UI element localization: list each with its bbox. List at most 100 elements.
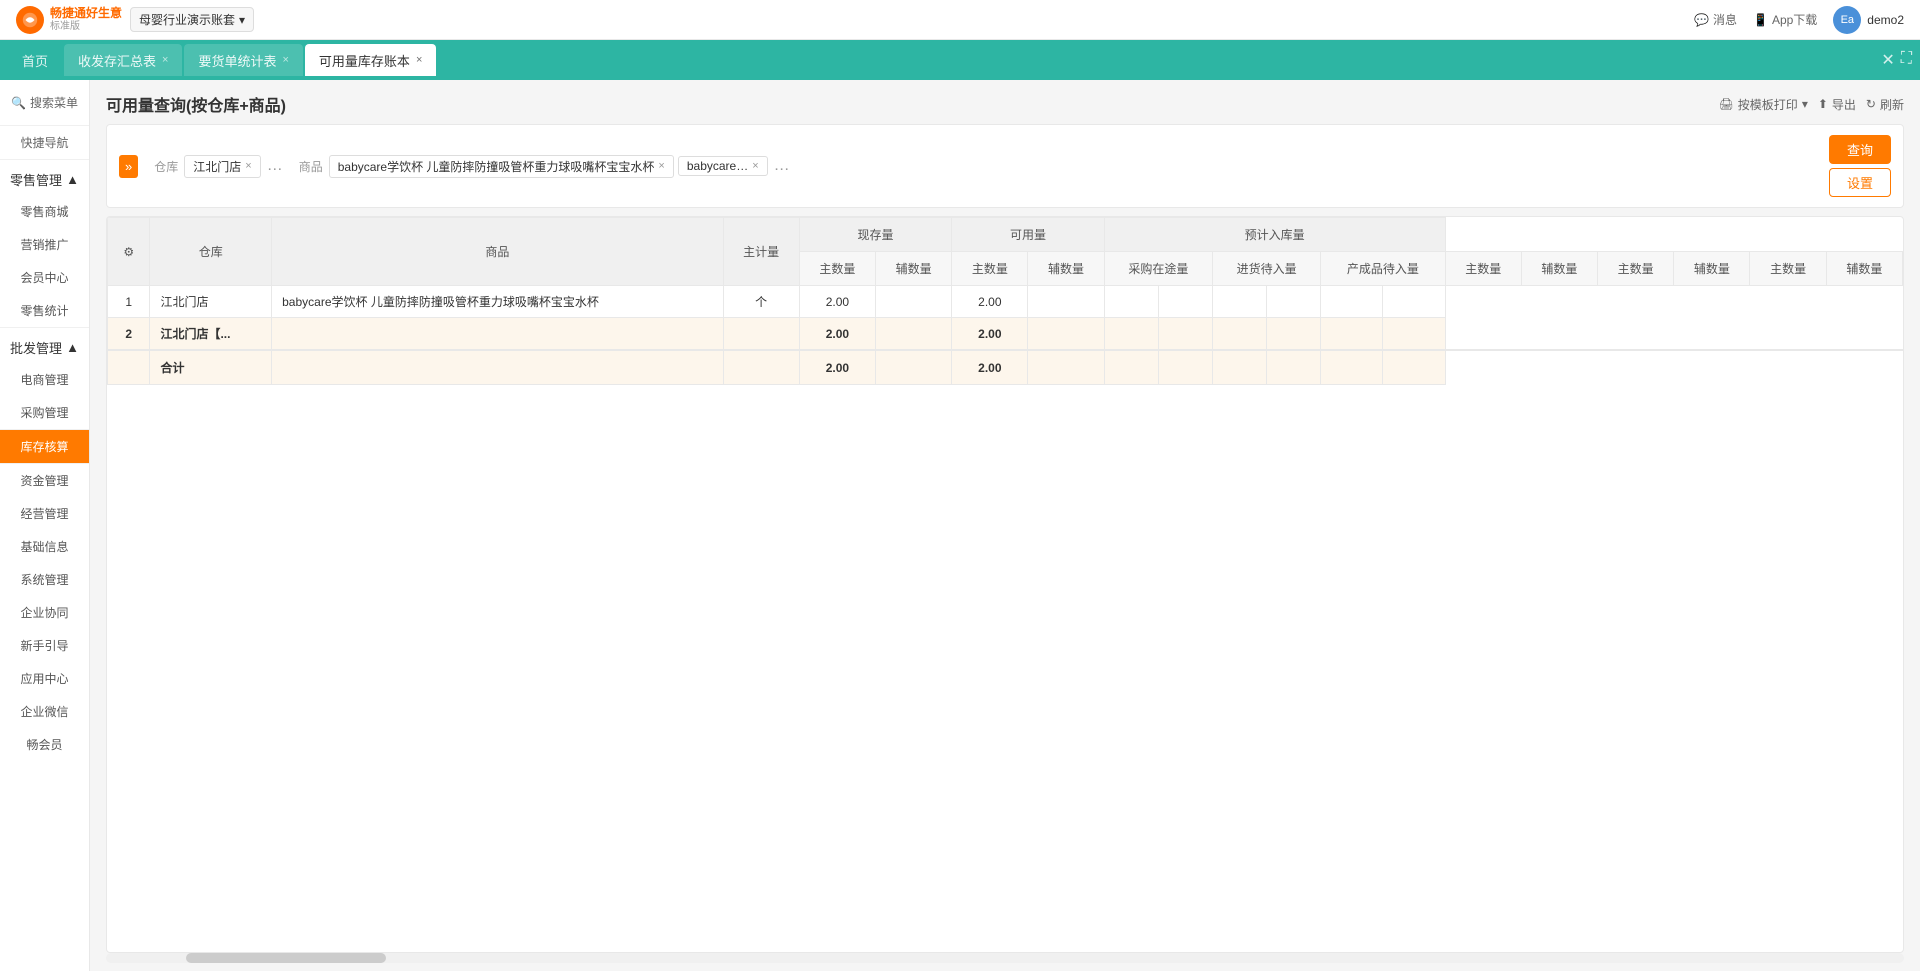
th-production-group: 产成品待入量	[1321, 252, 1445, 286]
th-stock-sub: 辅数量	[876, 252, 952, 286]
print-btn[interactable]: 🖨 按模板打印 ▾	[1719, 96, 1808, 113]
tab-order-stats[interactable]: 要货单统计表 ×	[184, 44, 302, 76]
warehouse-more-btn[interactable]: …	[267, 157, 283, 175]
sidebar-item-app-center[interactable]: 应用中心	[0, 662, 89, 695]
app-icon: 📱	[1753, 13, 1768, 27]
product-tag-2-remove[interactable]: ×	[752, 160, 758, 172]
sidebar-item-finance[interactable]: 资金管理	[0, 464, 89, 497]
sidebar-item-marketing[interactable]: 营销推广	[0, 228, 89, 261]
product-filter: 商品 babycare学饮杯 儿童防摔防撞吸管杯重力球吸嘴杯宝宝水杯 × bab…	[299, 155, 790, 178]
row2-stock-main: 2.00	[799, 318, 875, 351]
wholesale-section-arrow: ▲	[66, 340, 79, 355]
product-tag-2[interactable]: babycare… ×	[678, 156, 768, 176]
warehouse-tag-remove[interactable]: ×	[245, 160, 251, 172]
home-label: 首页	[22, 51, 48, 70]
tab-available-inventory[interactable]: 可用量库存账本 ×	[305, 44, 436, 76]
sidebar-item-inventory[interactable]: 库存核算	[0, 430, 89, 463]
user-area[interactable]: Ea demo2	[1833, 6, 1904, 34]
product-more-btn[interactable]: …	[774, 157, 790, 175]
table-scrollbar[interactable]	[106, 953, 1904, 963]
main-layout: 🔍 搜索菜单 快捷导航 零售管理 ▲ 零售商城 营销推广 会员中心 零售统计 批…	[0, 80, 1920, 971]
table-footer: 合计 2.00 2.00	[108, 350, 1903, 385]
row2-production-sub	[1383, 318, 1445, 351]
avatar: Ea	[1833, 6, 1861, 34]
tab-order-stats-close[interactable]: ×	[282, 54, 288, 66]
filter-expand-btn[interactable]: »	[119, 155, 138, 178]
tab-available-inventory-label: 可用量库存账本	[319, 51, 410, 70]
tab-receivables[interactable]: 收发存汇总表 ×	[64, 44, 182, 76]
close-window-btn[interactable]: ✕	[1881, 50, 1894, 70]
sidebar-item-system[interactable]: 系统管理	[0, 563, 89, 596]
th-settings[interactable]: ⚙	[108, 218, 150, 286]
tab-receivables-close[interactable]: ×	[162, 54, 168, 66]
th-unit: 主计量	[723, 218, 799, 286]
message-btn[interactable]: 💬 消息	[1694, 11, 1737, 28]
sidebar-section-wholesale: 批发管理 ▲ 电商管理 采购管理	[0, 328, 89, 430]
row1-stock-sub	[876, 286, 952, 318]
sidebar-section-inventory: 库存核算	[0, 430, 89, 464]
warehouse-tag-text: 江北门店	[193, 158, 241, 175]
th-purchase-group: 采购在途量	[1104, 252, 1212, 286]
sidebar-item-new-guide[interactable]: 新手引导	[0, 629, 89, 662]
query-btn[interactable]: 查询	[1829, 135, 1891, 164]
sidebar-item-enterprise-collab[interactable]: 企业协同	[0, 596, 89, 629]
th-incoming-group: 预计入库量	[1104, 218, 1445, 252]
sidebar-item-operations[interactable]: 经营管理	[0, 497, 89, 530]
row1-available-main: 2.00	[952, 286, 1028, 318]
page-actions: 🖨 按模板打印 ▾ ⬆ 导出 ↻ 刷新	[1719, 96, 1904, 113]
th-incoming-sub-group: 进货待入量	[1212, 252, 1320, 286]
sidebar-item-members[interactable]: 会员中心	[0, 261, 89, 294]
row2-available-main: 2.00	[952, 318, 1028, 351]
th-stock-group: 现存量	[799, 218, 951, 252]
th-available-sub: 辅数量	[1028, 252, 1104, 286]
app-download-label: App下载	[1772, 11, 1817, 28]
maximize-window-btn[interactable]: ⛶	[1901, 50, 1912, 70]
product-tag-1-text: babycare学饮杯 儿童防摔防撞吸管杯重力球吸嘴杯宝宝水杯	[338, 158, 655, 175]
search-menu-btn[interactable]: 🔍 搜索菜单	[8, 90, 81, 115]
product-tags: babycare学饮杯 儿童防摔防撞吸管杯重力球吸嘴杯宝宝水杯 × babyca…	[329, 155, 768, 178]
row1-production-sub	[1383, 286, 1445, 318]
row2-production-main	[1321, 318, 1383, 351]
sidebar-search[interactable]: 🔍 搜索菜单	[0, 80, 89, 126]
table-scrollbar-thumb[interactable]	[186, 953, 386, 963]
tab-available-inventory-close[interactable]: ×	[416, 54, 422, 66]
row2-available-sub	[1028, 318, 1104, 351]
inventory-table: ⚙ 仓库 商品 主计量 现存量 可用量 预计入库量 主数量 辅数量 主数量 辅数…	[107, 217, 1903, 385]
top-bar: 畅捷通好生意 标准版 母婴行业演示账套 ▾ 💬 消息 📱 App下载 Ea de…	[0, 0, 1920, 40]
sidebar-item-ecommerce[interactable]: 电商管理	[0, 363, 89, 396]
product-tag-1[interactable]: babycare学饮杯 儿童防摔防撞吸管杯重力球吸嘴杯宝宝水杯 ×	[329, 155, 674, 178]
user-name: demo2	[1867, 13, 1904, 27]
message-icon: 💬	[1694, 13, 1709, 27]
settings-filter-btn[interactable]: 设置	[1829, 168, 1891, 197]
sidebar-section-wholesale-header[interactable]: 批发管理 ▲	[0, 328, 89, 363]
tab-home[interactable]: 首页	[8, 44, 62, 76]
quick-nav-label: 快捷导航	[20, 136, 68, 150]
export-btn[interactable]: ⬆ 导出	[1818, 96, 1856, 113]
row1-available-sub	[1028, 286, 1104, 318]
sidebar-item-basic-info[interactable]: 基础信息	[0, 530, 89, 563]
product-label: 商品	[299, 158, 323, 175]
refresh-btn[interactable]: ↻ 刷新	[1866, 96, 1904, 113]
footer-stock-main: 2.00	[799, 350, 875, 385]
sidebar-item-retail-stats[interactable]: 零售统计	[0, 294, 89, 327]
row2-product	[272, 318, 723, 351]
sidebar-section-retail-header[interactable]: 零售管理 ▲	[0, 160, 89, 195]
wholesale-section-label: 批发管理	[10, 338, 62, 357]
product-tag-1-remove[interactable]: ×	[658, 160, 664, 172]
row2-purchase-sub	[1158, 318, 1212, 351]
app-download-btn[interactable]: 📱 App下载	[1753, 11, 1817, 28]
sidebar-quick-nav[interactable]: 快捷导航	[0, 126, 89, 160]
sidebar-item-chang-member[interactable]: 畅会员	[0, 728, 89, 761]
table-row: 1 江北门店 babycare学饮杯 儿童防摔防撞吸管杯重力球吸嘴杯宝宝水杯 个…	[108, 286, 1903, 318]
sidebar-item-enterprise-wechat[interactable]: 企业微信	[0, 695, 89, 728]
filter-actions: 查询 设置	[1829, 135, 1891, 197]
print-icon: 🖨	[1719, 97, 1734, 111]
row2-incoming-main	[1212, 318, 1266, 351]
org-selector[interactable]: 母婴行业演示账套 ▾	[130, 7, 254, 32]
warehouse-tag[interactable]: 江北门店 ×	[184, 155, 260, 178]
page-header: 可用量查询(按仓库+商品) 🖨 按模板打印 ▾ ⬆ 导出 ↻ 刷新	[90, 80, 1920, 124]
sidebar-item-procurement[interactable]: 采购管理	[0, 396, 89, 429]
sidebar-item-retail-mall[interactable]: 零售商城	[0, 195, 89, 228]
content-area: 可用量查询(按仓库+商品) 🖨 按模板打印 ▾ ⬆ 导出 ↻ 刷新 »	[90, 80, 1920, 971]
logo-subtitle: 标准版	[50, 21, 122, 33]
